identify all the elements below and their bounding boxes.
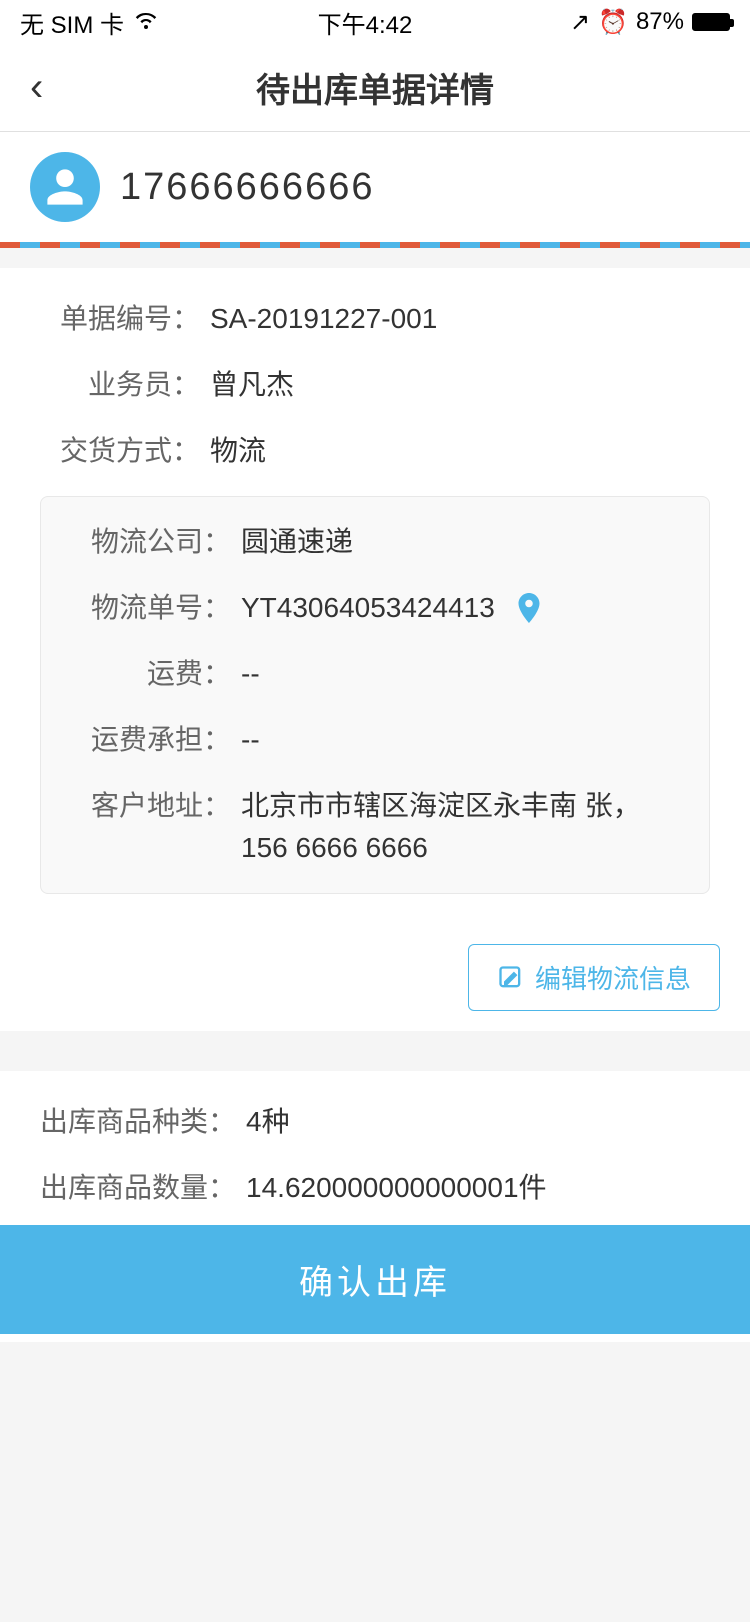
address-value: 北京市市辖区海淀区永丰南 张，156 6666 6666 — [231, 785, 679, 869]
goods-types-label: 出库商品种类： — [40, 1101, 236, 1143]
confirm-outbound-button[interactable]: 确认出库 — [30, 1255, 720, 1304]
goods-types-row: 出库商品种类： 4种 — [40, 1101, 710, 1143]
tracking-number-value: YT43064053424413 — [241, 587, 495, 629]
order-info-section: 单据编号： SA-20191227-001 业务员： 曾凡杰 交货方式： 物流 … — [0, 268, 750, 924]
tracking-number-label: 物流单号： — [71, 587, 231, 629]
location-icon[interactable] — [511, 590, 547, 626]
goods-quantity-row: 出库商品数量： 14.620000000000001件 — [40, 1167, 710, 1209]
freight-value: -- — [231, 653, 679, 695]
goods-types-value: 4种 — [236, 1101, 710, 1143]
battery-level: 87% — [636, 8, 684, 36]
edit-btn-row: 编辑物流信息 — [0, 924, 750, 1031]
avatar — [30, 152, 100, 222]
goods-quantity-label: 出库商品数量： — [40, 1167, 236, 1209]
delivery-method-value: 物流 — [200, 430, 710, 472]
freight-bearer-label: 运费承担： — [71, 719, 231, 761]
status-bar-left: 无 SIM 卡 — [20, 5, 160, 40]
freight-row: 运费： -- — [71, 653, 679, 695]
nav-bar: ‹ 待出库单据详情 — [0, 44, 750, 132]
customer-phone: 17666666666 — [120, 166, 374, 209]
sim-status: 无 SIM 卡 — [20, 5, 124, 40]
section-spacer-1 — [0, 1031, 750, 1051]
alarm-icon: ⏰ — [598, 8, 628, 37]
delivery-method-row: 交货方式： 物流 — [40, 430, 710, 472]
logistics-company-value: 圆通速递 — [231, 521, 679, 563]
status-bar-time: 下午4:42 — [318, 5, 413, 40]
status-bar-right: ↗ ⏰ 87% — [570, 8, 730, 37]
sales-rep-value: 曾凡杰 — [200, 364, 710, 406]
sales-rep-row: 业务员： 曾凡杰 — [40, 364, 710, 406]
edit-icon — [497, 964, 525, 992]
back-button[interactable]: ‹ — [30, 65, 90, 110]
customer-header: 17666666666 — [0, 132, 750, 242]
document-number-value: SA-20191227-001 — [200, 298, 710, 340]
document-number-label: 单据编号： — [40, 298, 200, 340]
sales-rep-label: 业务员： — [40, 364, 200, 406]
edit-logistics-label: 编辑物流信息 — [535, 959, 691, 996]
goods-quantity-value: 14.620000000000001件 — [236, 1167, 710, 1209]
goods-section: 出库商品种类： 4种 出库商品数量： 14.620000000000001件 — [0, 1071, 750, 1239]
edit-logistics-button[interactable]: 编辑物流信息 — [468, 944, 720, 1011]
page-title: 待出库单据详情 — [256, 63, 494, 112]
tracking-number-container: YT43064053424413 — [231, 587, 679, 629]
freight-bearer-value: -- — [231, 719, 679, 761]
logistics-company-label: 物流公司： — [71, 521, 231, 563]
delivery-method-label: 交货方式： — [40, 430, 200, 472]
section-spacer-2 — [0, 1342, 750, 1622]
address-row: 客户地址： 北京市市辖区海淀区永丰南 张，156 6666 6666 — [71, 785, 679, 869]
address-label: 客户地址： — [71, 785, 231, 827]
document-number-row: 单据编号： SA-20191227-001 — [40, 298, 710, 340]
tracking-number-row: 物流单号： YT43064053424413 — [71, 587, 679, 629]
freight-label: 运费： — [71, 653, 231, 695]
confirm-btn-area: 确认出库 — [0, 1225, 750, 1334]
battery-icon — [692, 13, 730, 31]
wifi-icon — [132, 8, 160, 36]
location-indicator: ↗ — [570, 8, 590, 37]
logistics-company-row: 物流公司： 圆通速递 — [71, 521, 679, 563]
freight-bearer-row: 运费承担： -- — [71, 719, 679, 761]
dashed-divider — [0, 242, 750, 248]
logistics-card: 物流公司： 圆通速递 物流单号： YT43064053424413 运费： --… — [40, 496, 710, 894]
status-bar: 无 SIM 卡 下午4:42 ↗ ⏰ 87% — [0, 0, 750, 44]
user-icon — [43, 165, 87, 209]
